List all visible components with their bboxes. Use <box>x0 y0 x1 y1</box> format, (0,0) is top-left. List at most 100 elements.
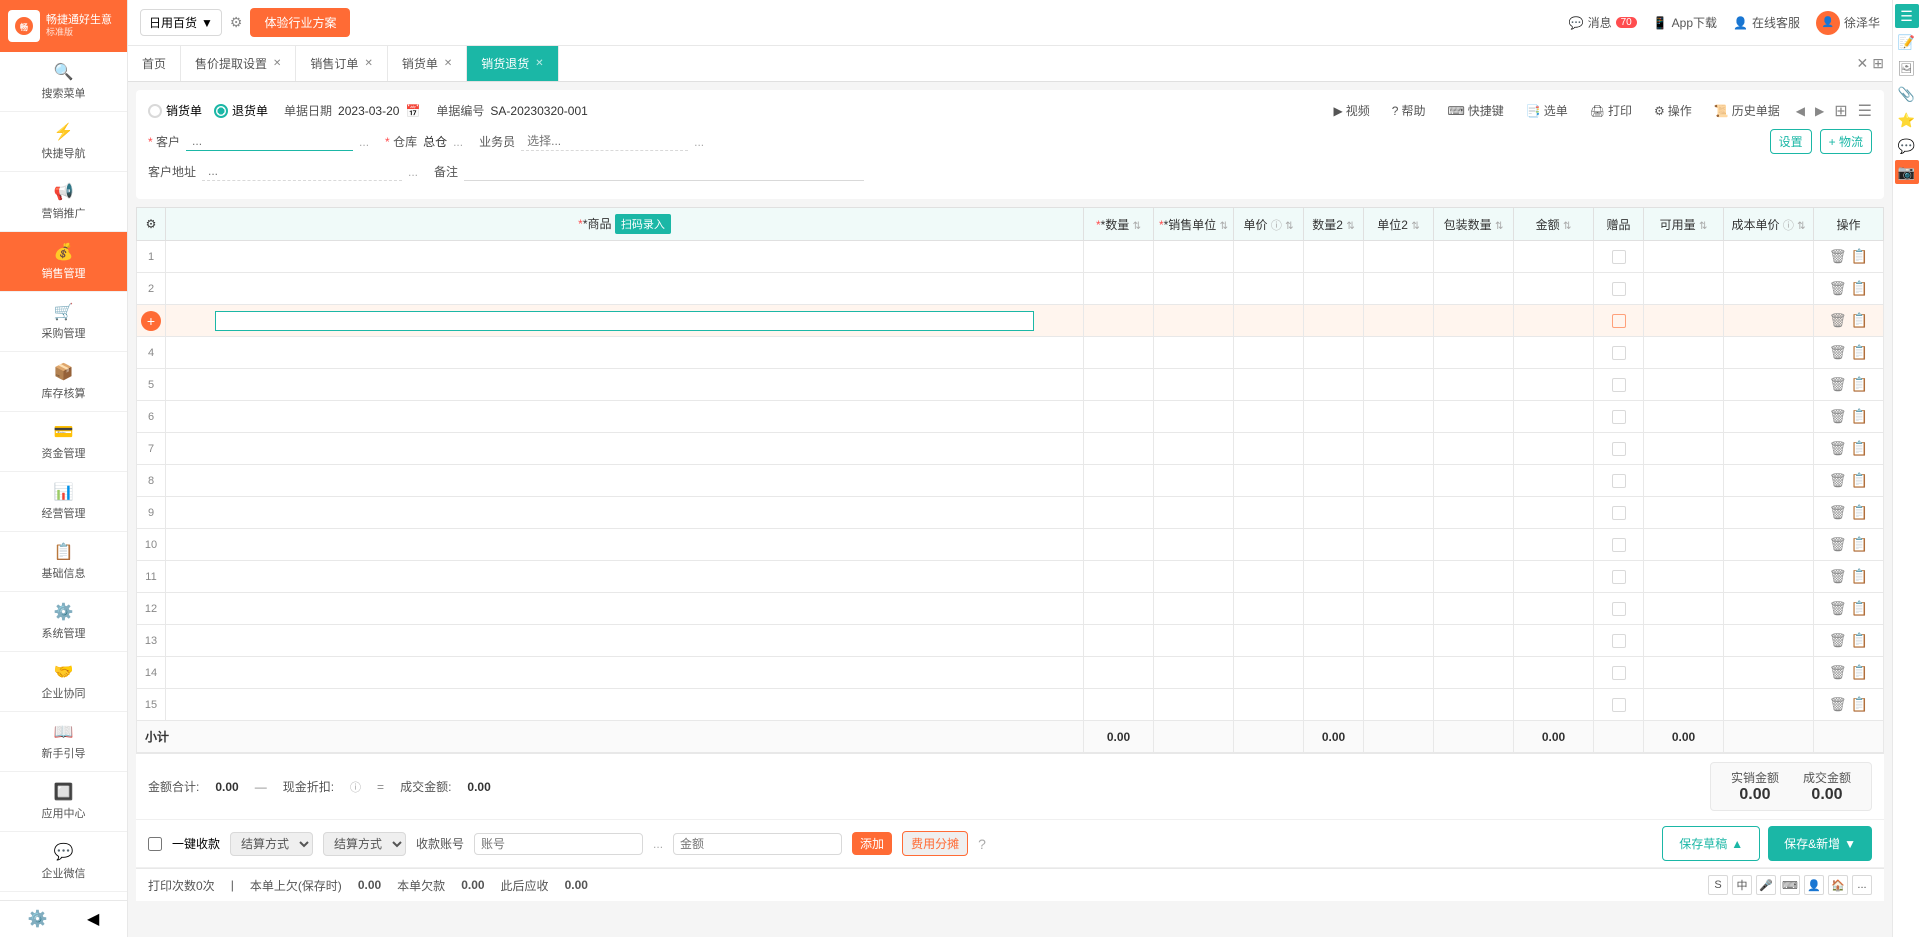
delete-icon[interactable]: 🗑 <box>1829 664 1847 681</box>
gift-checkbox[interactable] <box>1612 570 1626 584</box>
sidebar-item-marketing[interactable]: 📢 营销推广 <box>0 172 127 232</box>
delete-icon[interactable]: 🗑 <box>1829 632 1847 649</box>
radio-return[interactable]: 退货单 <box>214 102 268 119</box>
calc-method-select[interactable]: 结算方式 <box>323 832 406 856</box>
copy-icon[interactable]: 📋 <box>1851 664 1868 681</box>
delete-icon[interactable]: 🗑 <box>1829 344 1847 361</box>
copy-icon[interactable]: 📋 <box>1851 344 1868 361</box>
gift-checkbox[interactable] <box>1612 314 1626 328</box>
shortcut-icon-3[interactable]: 🎤 <box>1756 875 1776 895</box>
tab-sales-return[interactable]: 销货退货 ✕ <box>467 46 558 81</box>
tab-expand-icon[interactable]: ⊞ <box>1872 55 1884 72</box>
warehouse-more-icon[interactable]: ... <box>453 135 463 149</box>
salesperson-input[interactable] <box>521 132 688 151</box>
gift-checkbox[interactable] <box>1612 634 1626 648</box>
amount-sort-icon[interactable]: ⇅ <box>1563 221 1571 232</box>
tab-price-settings-close[interactable]: ✕ <box>273 58 281 69</box>
account-more-icon[interactable]: ... <box>653 837 663 851</box>
pkg-sort-icon[interactable]: ⇅ <box>1495 221 1503 232</box>
customer-more-icon[interactable]: ... <box>359 135 369 149</box>
online-service-btn[interactable]: 👤 在线客服 <box>1733 14 1800 31</box>
sidebar-item-finance[interactable]: 💳 资金管理 <box>0 412 127 472</box>
account-input[interactable] <box>474 833 643 855</box>
shortcut-icon-2[interactable]: 中 <box>1732 875 1752 895</box>
settings-btn[interactable]: 设置 <box>1770 129 1812 154</box>
tab-home[interactable]: 首页 <box>128 46 181 81</box>
copy-icon[interactable]: 📋 <box>1851 440 1868 457</box>
right-icon-camera[interactable]: 📷 <box>1895 160 1919 184</box>
delete-icon[interactable]: 🗑 <box>1829 536 1847 553</box>
fee-help-icon[interactable]: ? <box>978 836 986 852</box>
gift-checkbox[interactable] <box>1612 250 1626 264</box>
sidebar-item-guide[interactable]: 📖 新手引导 <box>0 712 127 772</box>
delete-icon[interactable]: 🗑 <box>1829 600 1847 617</box>
shortcut-icon-4[interactable]: ⌨ <box>1780 875 1800 895</box>
right-icon-star[interactable]: ⭐ <box>1895 108 1919 132</box>
gift-checkbox[interactable] <box>1612 442 1626 456</box>
copy-icon[interactable]: 📋 <box>1851 408 1868 425</box>
shortcut-icon-6[interactable]: 🏠 <box>1828 875 1848 895</box>
delete-icon[interactable]: 🗑 <box>1829 248 1847 265</box>
gift-checkbox[interactable] <box>1612 474 1626 488</box>
delete-icon[interactable]: 🗑 <box>1829 280 1847 297</box>
sidebar-item-purchase[interactable]: 🛒 采购管理 <box>0 292 127 352</box>
logistics-btn[interactable]: + 物流 <box>1820 129 1872 154</box>
right-icon-attach[interactable]: 📎 <box>1895 82 1919 106</box>
copy-icon[interactable]: 📋 <box>1851 632 1868 649</box>
right-icon-image[interactable]: 🖼 <box>1895 56 1919 80</box>
delete-icon[interactable]: 🗑 <box>1829 440 1847 457</box>
amount-input[interactable] <box>673 833 842 855</box>
price-sort-icon[interactable]: ⇅ <box>1285 221 1293 232</box>
scan-btn[interactable]: 扫码录入 <box>615 214 671 234</box>
shortcut-icon-5[interactable]: 👤 <box>1804 875 1824 895</box>
topbar-gear-icon[interactable]: ⚙ <box>230 14 243 31</box>
operation-btn[interactable]: ⚙ 操作 <box>1648 100 1698 121</box>
shortcut-btn[interactable]: ⌨ 快捷键 <box>1441 100 1509 121</box>
delete-icon[interactable]: 🗑 <box>1829 312 1847 329</box>
sidebar-item-app-center[interactable]: 🔲 应用中心 <box>0 772 127 832</box>
shortcut-icon-1[interactable]: S <box>1708 875 1728 895</box>
copy-icon[interactable]: 📋 <box>1851 248 1868 265</box>
delete-icon[interactable]: 🗑 <box>1829 696 1847 713</box>
right-icon-list[interactable]: ☰ <box>1895 4 1919 28</box>
add-row-btn[interactable]: + <box>141 311 161 331</box>
gift-checkbox[interactable] <box>1612 602 1626 616</box>
sidebar-item-basic-info[interactable]: 📋 基础信息 <box>0 532 127 592</box>
customer-input[interactable] <box>186 132 353 151</box>
th-settings[interactable]: ⚙ <box>137 208 166 241</box>
gift-checkbox[interactable] <box>1612 698 1626 712</box>
tab-sales-return-close[interactable]: ✕ <box>535 58 543 69</box>
shortcut-icon-7[interactable]: ... <box>1852 875 1872 895</box>
save-new-btn[interactable]: 保存&新增 ▼ <box>1768 826 1872 861</box>
collapse-icon[interactable]: ◀ <box>87 909 99 929</box>
copy-icon[interactable]: 📋 <box>1851 568 1868 585</box>
sidebar-item-search[interactable]: 🔍 搜索菜单 <box>0 52 127 112</box>
tab-sales-order[interactable]: 销售订单 ✕ <box>296 46 387 81</box>
select-bill-btn[interactable]: 📑 选单 <box>1520 100 1574 121</box>
sidebar-item-sales[interactable]: 💰 销售管理 <box>0 232 127 292</box>
help-btn[interactable]: ? 帮助 <box>1386 100 1432 121</box>
sidebar-item-inventory[interactable]: 📦 库存核算 <box>0 352 127 412</box>
address-input[interactable] <box>202 162 402 181</box>
gift-checkbox[interactable] <box>1612 538 1626 552</box>
experience-btn[interactable]: 体验行业方案 <box>250 8 350 37</box>
sidebar-item-enterprise[interactable]: 🤝 企业协同 <box>0 652 127 712</box>
copy-icon[interactable]: 📋 <box>1851 472 1868 489</box>
sidebar-item-member[interactable]: 👑 畅会员 <box>0 892 127 900</box>
sidebar-item-operations[interactable]: 📊 经营管理 <box>0 472 127 532</box>
settings-footer-icon[interactable]: ⚙️ <box>28 909 48 929</box>
copy-icon[interactable]: 📋 <box>1851 312 1868 329</box>
sidebar-item-wechat[interactable]: 💬 企业微信 <box>0 832 127 892</box>
product-input[interactable] <box>215 311 1033 331</box>
nav-next-icon[interactable]: ▶ <box>1815 104 1824 118</box>
tab-close-all-icon[interactable]: ✕ <box>1857 55 1869 72</box>
copy-icon[interactable]: 📋 <box>1851 600 1868 617</box>
available-sort-icon[interactable]: ⇅ <box>1699 221 1707 232</box>
sidebar-item-quick-nav[interactable]: ⚡ 快捷导航 <box>0 112 127 172</box>
save-draft-btn[interactable]: 保存草稿 ▲ <box>1662 826 1760 861</box>
delete-icon[interactable]: 🗑 <box>1829 568 1847 585</box>
delete-icon[interactable]: 🗑 <box>1829 472 1847 489</box>
remark-input[interactable] <box>464 162 864 181</box>
calendar-icon[interactable]: 📅 <box>405 104 420 118</box>
nav-prev-icon[interactable]: ◀ <box>1796 104 1805 118</box>
